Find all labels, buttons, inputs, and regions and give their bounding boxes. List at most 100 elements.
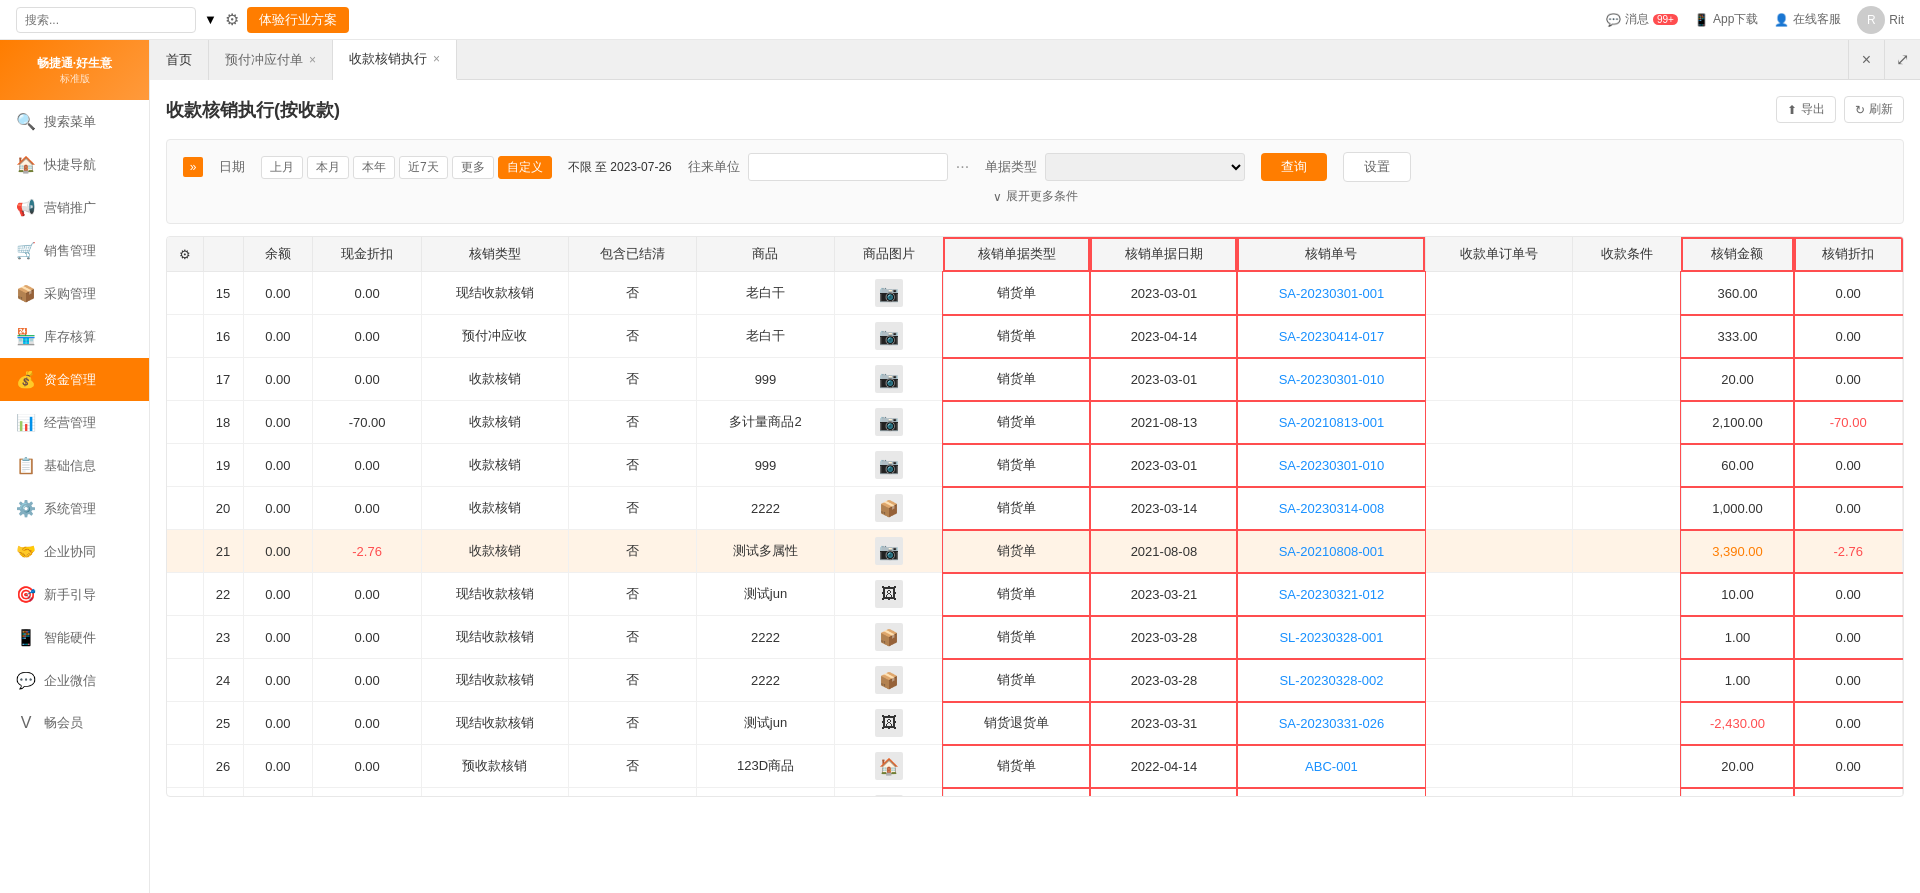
sidebar-item-mgmt[interactable]: 📊 经营管理 — [0, 401, 149, 444]
sidebar-item-marketing[interactable]: 📢 营销推广 — [0, 186, 149, 229]
this-year-btn[interactable]: 本年 — [353, 156, 395, 179]
tab-close-btn[interactable]: × — [1848, 40, 1884, 80]
sidebar-item-purchase[interactable]: 📦 采购管理 — [0, 272, 149, 315]
system-icon: ⚙️ — [16, 499, 36, 518]
col-verify-amount: 核销金额 — [1681, 237, 1794, 272]
cell-verify-bill-no[interactable]: SA-20230331-026 — [1237, 702, 1425, 745]
cell-verify-bill-no[interactable]: ABC-001 — [1237, 745, 1425, 788]
cell-verify-amount: 1.00 — [1681, 616, 1794, 659]
cell-verify-bill-no[interactable]: SL-20230408-001 — [1237, 788, 1425, 798]
service-btn[interactable]: 👤 在线客服 — [1774, 11, 1841, 28]
cell-verify-bill-no[interactable]: SL-20230328-002 — [1237, 659, 1425, 702]
this-month-btn[interactable]: 本月 — [307, 156, 349, 179]
cell-verify-bill-no[interactable]: SA-20230314-008 — [1237, 487, 1425, 530]
sidebar-item-wechat[interactable]: 💬 企业微信 — [0, 659, 149, 702]
cell-settings[interactable] — [167, 530, 203, 573]
cell-verify-discount: 0.00 — [1794, 315, 1903, 358]
cell-balance: 0.00 — [243, 573, 313, 616]
service-icon: 👤 — [1774, 13, 1789, 27]
cell-cash-discount: 0.00 — [313, 702, 421, 745]
logo-main: 畅捷通·好生意 — [37, 55, 112, 72]
last-7days-btn[interactable]: 近7天 — [399, 156, 448, 179]
cell-receive-order-no — [1425, 444, 1572, 487]
col-settings[interactable]: ⚙ — [167, 237, 203, 272]
user-area[interactable]: R Rit — [1857, 6, 1904, 34]
settings-icon[interactable]: ⚙ — [225, 10, 239, 29]
cell-settings[interactable] — [167, 702, 203, 745]
app-download-btn[interactable]: 📱 App下载 — [1694, 11, 1758, 28]
cell-settings[interactable] — [167, 659, 203, 702]
cell-settings[interactable] — [167, 573, 203, 616]
sidebar-item-basic[interactable]: 📋 基础信息 — [0, 444, 149, 487]
cell-verify-bill-type: 销货单 — [943, 315, 1090, 358]
tab-expand-btn[interactable]: ⤢ — [1884, 40, 1920, 80]
cell-settings[interactable] — [167, 788, 203, 798]
cell-verify-bill-no[interactable]: SA-20210813-001 — [1237, 401, 1425, 444]
sidebar-item-corp[interactable]: 🤝 企业协同 — [0, 530, 149, 573]
cell-verify-bill-no[interactable]: SA-20230414-017 — [1237, 315, 1425, 358]
cell-verify-discount: -70.00 — [1794, 401, 1903, 444]
hardware-icon: 📱 — [16, 628, 36, 647]
filter-dots[interactable]: ··· — [956, 158, 969, 176]
settings-btn[interactable]: 设置 — [1343, 152, 1411, 182]
sidebar-item-quick[interactable]: 🏠 快捷导航 — [0, 143, 149, 186]
sidebar-item-hardware[interactable]: 📱 智能硬件 — [0, 616, 149, 659]
filter-toggle-btn[interactable]: » — [183, 157, 203, 177]
cell-settings[interactable] — [167, 358, 203, 401]
cell-verify-bill-no[interactable]: SA-20230301-010 — [1237, 358, 1425, 401]
unit-input[interactable] — [748, 153, 948, 181]
tab-home-label: 首页 — [166, 51, 192, 69]
cell-product: 测试多属性 — [696, 530, 835, 573]
col-verify-bill-no: 核销单号 — [1237, 237, 1425, 272]
cell-settings[interactable] — [167, 401, 203, 444]
tab-home[interactable]: 首页 — [150, 40, 209, 80]
tab-receive[interactable]: 收款核销执行 × — [333, 40, 457, 80]
bill-type-select[interactable] — [1045, 153, 1245, 181]
cell-verify-discount: 0.00 — [1794, 272, 1903, 315]
cell-settings[interactable] — [167, 315, 203, 358]
tab-prepay-close[interactable]: × — [309, 53, 316, 67]
message-btn[interactable]: 💬 消息 99+ — [1606, 11, 1678, 28]
expand-more-btn[interactable]: ∨ 展开更多条件 — [183, 182, 1887, 211]
cell-settings[interactable] — [167, 487, 203, 530]
bill-no-link: SA-20230331-026 — [1279, 716, 1385, 731]
last-month-btn[interactable]: 上月 — [261, 156, 303, 179]
sidebar-item-guide[interactable]: 🎯 新手引导 — [0, 573, 149, 616]
cell-verify-bill-no[interactable]: SA-20210808-001 — [1237, 530, 1425, 573]
cell-verify-bill-no[interactable]: SA-20230321-012 — [1237, 573, 1425, 616]
cell-verify-amount: -2,430.00 — [1681, 702, 1794, 745]
cell-no: 17 — [203, 358, 243, 401]
cell-verify-type: 收款核销 — [421, 358, 568, 401]
query-btn[interactable]: 查询 — [1261, 153, 1327, 181]
top-search-input[interactable] — [16, 7, 196, 33]
cell-settings[interactable] — [167, 745, 203, 788]
tab-receive-close[interactable]: × — [433, 52, 440, 66]
sidebar-item-finance[interactable]: 💰 资金管理 — [0, 358, 149, 401]
cell-verify-type: 收款核销 — [421, 487, 568, 530]
custom-btn[interactable]: 自定义 — [498, 156, 552, 179]
dropdown-arrow[interactable]: ▼ — [204, 12, 217, 27]
cell-settings[interactable] — [167, 444, 203, 487]
cell-verify-bill-type: 销货单 — [943, 444, 1090, 487]
message-icon: 💬 — [1606, 13, 1621, 27]
cell-settings[interactable] — [167, 272, 203, 315]
sidebar-item-sales[interactable]: 🛒 销售管理 — [0, 229, 149, 272]
sidebar-item-label: 系统管理 — [44, 500, 96, 518]
sidebar-item-system[interactable]: ⚙️ 系统管理 — [0, 487, 149, 530]
sidebar-item-search[interactable]: 🔍 搜索菜单 — [0, 100, 149, 143]
export-btn[interactable]: ⬆ 导出 — [1776, 96, 1836, 123]
more-btn[interactable]: 更多 — [452, 156, 494, 179]
main-layout: 畅捷通·好生意 标准版 🔍 搜索菜单 🏠 快捷导航 📢 营销推广 🛒 销售管理 … — [0, 40, 1920, 893]
cell-settings[interactable] — [167, 616, 203, 659]
cell-receive-condition — [1573, 573, 1681, 616]
sidebar-item-member[interactable]: V 畅会员 — [0, 702, 149, 744]
bill-no-link: ABC-001 — [1305, 759, 1358, 774]
cell-verify-bill-no[interactable]: SA-20230301-010 — [1237, 444, 1425, 487]
sidebar-item-stock[interactable]: 🏪 库存核算 — [0, 315, 149, 358]
tab-prepay[interactable]: 预付冲应付单 × — [209, 40, 333, 80]
cell-included: 否 — [568, 401, 696, 444]
cell-verify-bill-no[interactable]: SA-20230301-001 — [1237, 272, 1425, 315]
refresh-btn[interactable]: ↻ 刷新 — [1844, 96, 1904, 123]
cell-verify-bill-no[interactable]: SL-20230328-001 — [1237, 616, 1425, 659]
solution-btn[interactable]: 体验行业方案 — [247, 7, 349, 33]
